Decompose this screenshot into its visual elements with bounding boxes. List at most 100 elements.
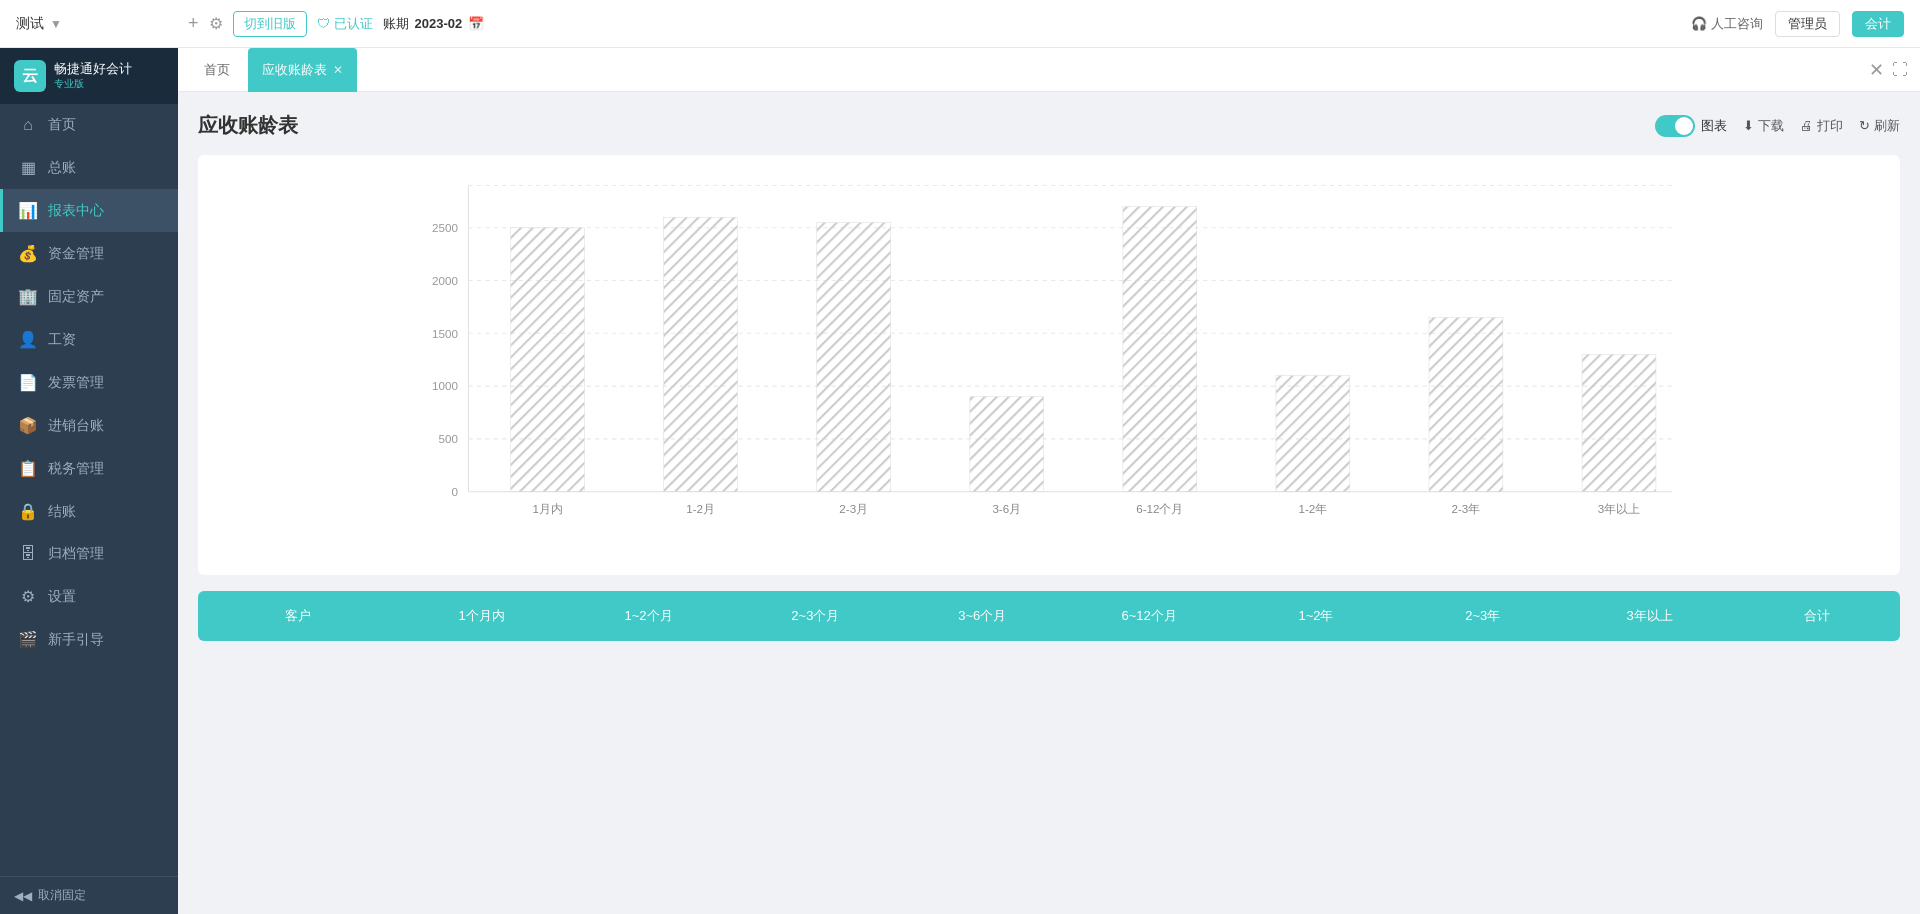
svg-text:1-2年: 1-2年 [1298, 502, 1327, 515]
th-2: 1~2个月 [565, 591, 732, 641]
tab-home[interactable]: 首页 [190, 48, 244, 92]
workspace-name: 测试 [16, 15, 44, 33]
sidebar-item-ledger[interactable]: ▦ 总账 [0, 146, 178, 189]
sidebar: 云 畅捷通好会计 专业版 ⌂ 首页 ▦ 总账 📊 报表中心 💰 资金管理 🏢 固… [0, 48, 178, 914]
table-header: 客户1个月内1~2个月2~3个月3~6个月6~12个月1~2年2~3年3年以上合… [198, 591, 1900, 641]
chart-container: 0 500 1000 1500 2000 2500 1月内 [198, 155, 1900, 575]
th-3: 2~3个月 [732, 591, 899, 641]
sidebar-icon-assets: 🏢 [18, 287, 38, 306]
sidebar-item-inventory[interactable]: 📦 进销台账 [0, 404, 178, 447]
header-right: 🎧 人工咨询 管理员 会计 [1691, 11, 1904, 37]
svg-text:3-6月: 3-6月 [992, 502, 1021, 515]
sidebar-label-settings: 设置 [48, 588, 76, 606]
chart-toggle-group: 图表 [1655, 115, 1727, 137]
period-value: 2023-02 [415, 16, 463, 31]
bar-3年以上 [1582, 354, 1656, 491]
sidebar-item-report[interactable]: 📊 报表中心 [0, 189, 178, 232]
sidebar-icon-ledger: ▦ [18, 158, 38, 177]
page-title: 应收账龄表 [198, 112, 298, 139]
sidebar-item-funds[interactable]: 💰 资金管理 [0, 232, 178, 275]
sidebar-footer: ◀◀ 取消固定 [0, 876, 178, 914]
sidebar-label-funds: 资金管理 [48, 245, 104, 263]
logo-text-block: 畅捷通好会计 专业版 [54, 61, 132, 92]
header-actions: + ⚙ 切到旧版 🛡 已认证 账期 2023-02 📅 [188, 11, 1679, 37]
tab-close-icon[interactable]: ✕ [1869, 59, 1884, 81]
sidebar-icon-funds: 💰 [18, 244, 38, 263]
app-edition: 专业版 [54, 77, 132, 91]
sidebar-item-invoice[interactable]: 📄 发票管理 [0, 361, 178, 404]
switch-version-button[interactable]: 切到旧版 [233, 11, 307, 37]
chart-toggle[interactable] [1655, 115, 1695, 137]
content-area: 首页应收账龄表✕ ✕ ⛶ 应收账龄表 图表 ⬇ 下载 [178, 48, 1920, 914]
svg-text:2500: 2500 [432, 221, 458, 234]
th-0: 客户 [198, 591, 398, 641]
sidebar-label-salary: 工资 [48, 331, 76, 349]
bar-chart-svg: 0 500 1000 1500 2000 2500 1月内 [218, 175, 1880, 555]
bar-1-2年 [1276, 376, 1350, 492]
svg-text:3年以上: 3年以上 [1598, 502, 1640, 515]
sidebar-icon-inventory: 📦 [18, 416, 38, 435]
sidebar-item-guide[interactable]: 🎬 新手引导 [0, 618, 178, 661]
settings-icon[interactable]: ⚙ [209, 14, 223, 33]
add-icon[interactable]: + [188, 13, 199, 34]
bar-1-2月 [664, 217, 738, 491]
unpin-label: 取消固定 [38, 887, 86, 904]
print-label: 打印 [1817, 117, 1843, 135]
calendar-icon[interactable]: 📅 [468, 16, 484, 31]
sidebar-label-inventory: 进销台账 [48, 417, 104, 435]
download-button[interactable]: ⬇ 下载 [1743, 117, 1784, 135]
sidebar-scroll: ⌂ 首页 ▦ 总账 📊 报表中心 💰 资金管理 🏢 固定资产 👤 工资 📄 发票… [0, 104, 178, 876]
sidebar-icon-report: 📊 [18, 201, 38, 220]
certified-label: 已认证 [334, 15, 373, 33]
app-name: 畅捷通好会计 [54, 61, 132, 78]
th-8: 3年以上 [1566, 591, 1733, 641]
bar-1月内 [511, 228, 585, 492]
svg-text:0: 0 [451, 485, 457, 498]
print-icon: 🖨 [1800, 118, 1813, 133]
bar-2-3年 [1429, 318, 1503, 492]
consult-button[interactable]: 🎧 人工咨询 [1691, 15, 1763, 33]
chart-toggle-label: 图表 [1701, 117, 1727, 135]
tabs-right: ✕ ⛶ [1869, 59, 1908, 81]
logo-icon: 云 [14, 60, 46, 92]
sidebar-item-archive[interactable]: 🗄 归档管理 [0, 533, 178, 575]
unpin-icon: ◀◀ [14, 889, 32, 903]
sidebar-item-tax[interactable]: 📋 税务管理 [0, 447, 178, 490]
sidebar-item-settings[interactable]: ⚙ 设置 [0, 575, 178, 618]
page-content: 应收账龄表 图表 ⬇ 下载 🖨 打印 ↻ [178, 92, 1920, 914]
accountant-button[interactable]: 会计 [1852, 11, 1904, 37]
sidebar-icon-tax: 📋 [18, 459, 38, 478]
sidebar-item-closing[interactable]: 🔒 结账 [0, 490, 178, 533]
refresh-button[interactable]: ↻ 刷新 [1859, 117, 1900, 135]
tab-aging[interactable]: 应收账龄表✕ [248, 48, 357, 92]
data-table: 客户1个月内1~2个月2~3个月3~6个月6~12个月1~2年2~3年3年以上合… [198, 591, 1900, 641]
sidebar-icon-home: ⌂ [18, 116, 38, 134]
sidebar-label-invoice: 发票管理 [48, 374, 104, 392]
sidebar-item-salary[interactable]: 👤 工资 [0, 318, 178, 361]
bar-2-3月 [817, 223, 891, 492]
sidebar-icon-invoice: 📄 [18, 373, 38, 392]
unpin-button[interactable]: ◀◀ 取消固定 [14, 887, 164, 904]
tab-close-aging[interactable]: ✕ [333, 63, 343, 77]
refresh-icon: ↻ [1859, 118, 1870, 133]
tab-label-home: 首页 [204, 61, 230, 79]
main-layout: 云 畅捷通好会计 专业版 ⌂ 首页 ▦ 总账 📊 报表中心 💰 资金管理 🏢 固… [0, 48, 1920, 914]
sidebar-logo: 云 畅捷通好会计 专业版 [0, 48, 178, 104]
svg-text:1月内: 1月内 [532, 502, 562, 515]
svg-text:2000: 2000 [432, 274, 458, 287]
svg-text:1000: 1000 [432, 379, 458, 392]
svg-text:1-2月: 1-2月 [686, 502, 715, 515]
logo-char: 云 [22, 66, 38, 87]
sidebar-item-home[interactable]: ⌂ 首页 [0, 104, 178, 146]
workspace-dropdown-icon[interactable]: ▼ [50, 17, 62, 31]
print-button[interactable]: 🖨 打印 [1800, 117, 1843, 135]
tab-expand-icon[interactable]: ⛶ [1892, 61, 1908, 79]
svg-text:1500: 1500 [432, 327, 458, 340]
refresh-label: 刷新 [1874, 117, 1900, 135]
consult-label: 人工咨询 [1711, 15, 1763, 33]
manager-button[interactable]: 管理员 [1775, 11, 1840, 37]
sidebar-item-assets[interactable]: 🏢 固定资产 [0, 275, 178, 318]
th-4: 3~6个月 [899, 591, 1066, 641]
workspace-selector[interactable]: 测试 ▼ [16, 15, 176, 33]
period-badge: 账期 2023-02 📅 [383, 15, 485, 33]
